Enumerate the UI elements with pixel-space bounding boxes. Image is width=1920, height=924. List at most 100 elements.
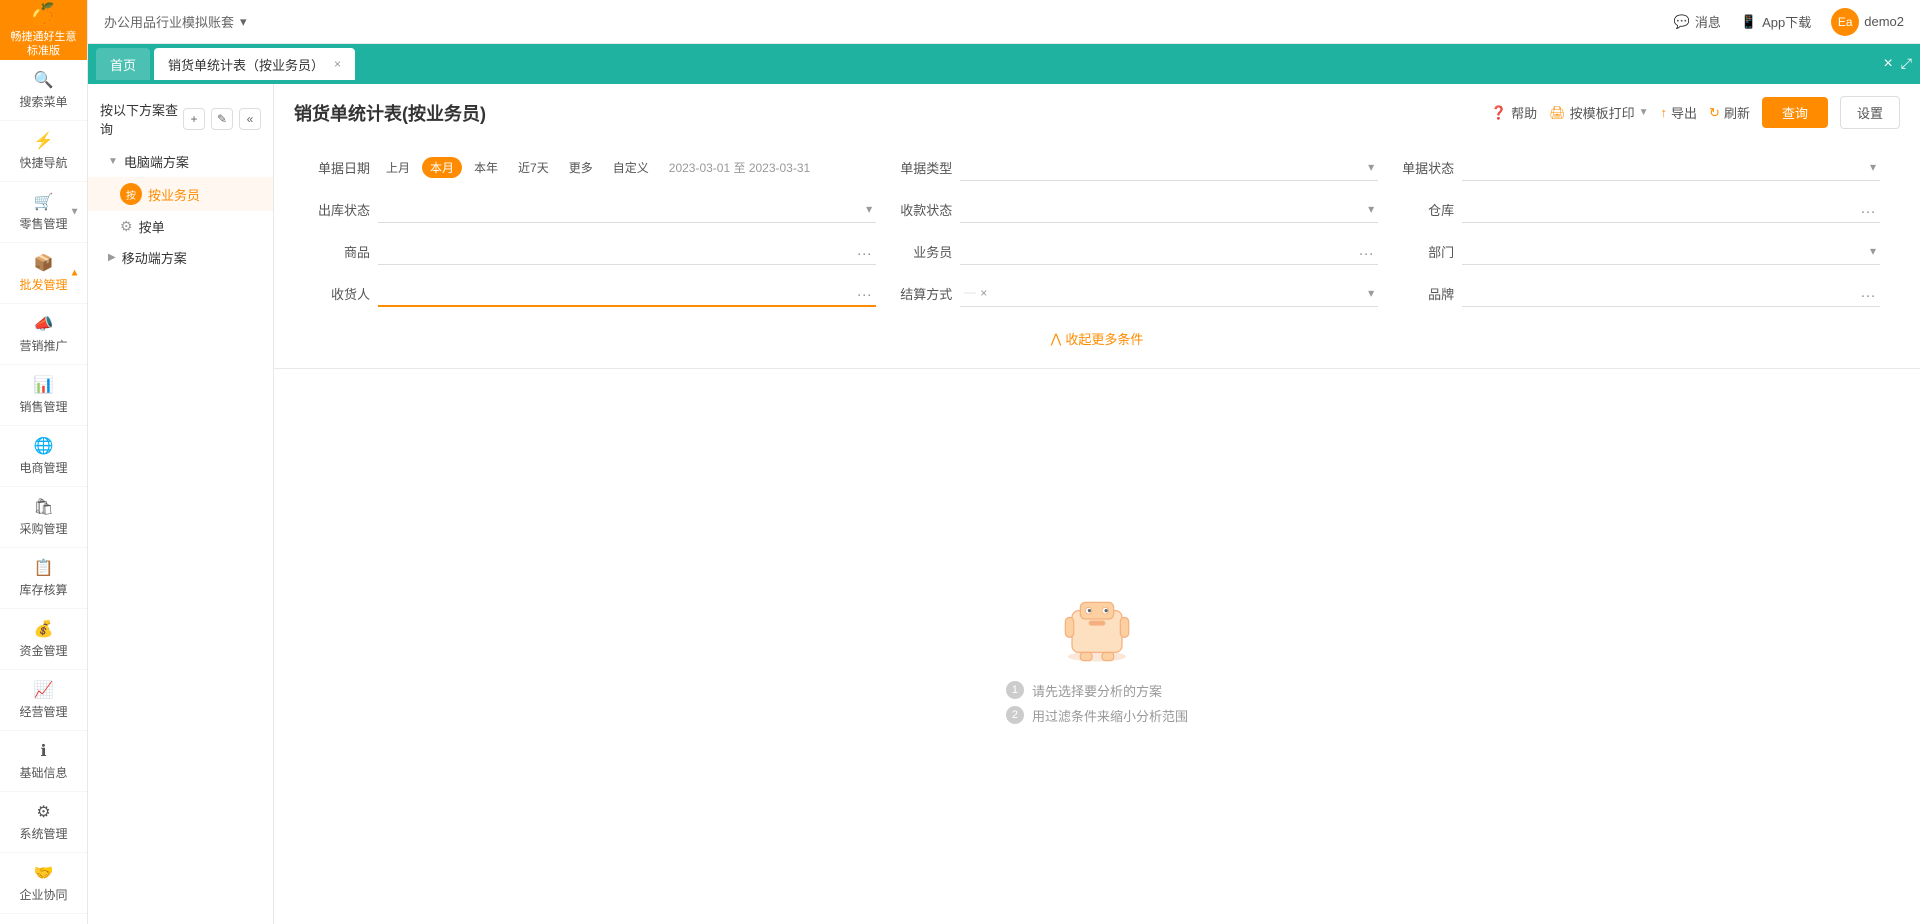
query-button[interactable]: 查询 [1762, 97, 1828, 128]
inventory-icon: 📋 [34, 558, 54, 578]
refresh-button[interactable]: ↻ 刷新 [1709, 103, 1750, 122]
receiver-control[interactable]: … [378, 279, 876, 307]
collapse-panel-button[interactable]: « [239, 108, 261, 130]
finance-icon: 💰 [34, 619, 54, 639]
tab-home[interactable]: 首页 [96, 48, 150, 80]
help-button[interactable]: ❓ 帮助 [1491, 103, 1537, 122]
collect-status-chevron: ▾ [1368, 202, 1374, 216]
cooperation-icon: 🤝 [34, 863, 54, 883]
sidebar-item-sales[interactable]: 📊 销售管理 [0, 365, 88, 426]
date-more[interactable]: 更多 [561, 157, 601, 178]
sidebar-item-system[interactable]: ⚙ 系统管理 [0, 792, 88, 853]
collect-status-label: 收款状态 [896, 200, 952, 219]
receiver-label: 收货人 [314, 284, 370, 303]
collapse-button[interactable]: ⋀ 收起更多条件 [1043, 321, 1152, 356]
filter-staff: 业务员 … [896, 237, 1378, 265]
warehouse-control[interactable]: … [1462, 195, 1880, 223]
message-button[interactable]: 💬 消息 [1674, 12, 1721, 31]
edit-scheme-button[interactable]: ✎ [211, 108, 233, 130]
tree-node-mobile[interactable]: ▶ 移动端方案 [88, 242, 273, 273]
filter-date: 单据日期 上月 本月 本年 近7天 更多 自定义 20 [314, 157, 876, 178]
app-download-button[interactable]: 📱 App下载 [1741, 12, 1811, 31]
settlement-tag [964, 292, 976, 294]
sidebar-item-inventory[interactable]: 📋 库存核算 [0, 548, 88, 609]
date-this-year[interactable]: 本年 [466, 157, 506, 178]
staff-label: 业务员 [896, 242, 952, 261]
maximize-window-icon[interactable]: ⤢ [1901, 55, 1912, 73]
out-status-chevron: ▾ [866, 202, 872, 216]
add-scheme-button[interactable]: + [183, 108, 205, 130]
sidebar-item-basic[interactable]: ℹ 基础信息 [0, 731, 88, 792]
dept-control[interactable]: ▾ [1462, 237, 1880, 265]
page-actions: ❓ 帮助 🖨 按模板打印 ▼ ↑ 导出 ↻ [1491, 96, 1900, 129]
page-header: 销货单统计表(按业务员) ❓ 帮助 🖨 按模板打印 ▼ ↑ [274, 84, 1920, 369]
wholesale-arrow: ▲ [70, 268, 80, 279]
sidebar-item-search[interactable]: 🔍 搜索菜单 [0, 60, 88, 121]
close-window-icon[interactable]: × [1883, 55, 1892, 73]
tab-report[interactable]: 销货单统计表（按业务员） × [154, 48, 355, 80]
sidebar-item-operation[interactable]: 📈 经营管理 [0, 670, 88, 731]
export-button[interactable]: ↑ 导出 [1661, 103, 1698, 122]
tree-node-desktop[interactable]: ▼ 电脑端方案 [88, 146, 273, 177]
sales-icon: 📊 [34, 375, 54, 395]
app-logo: 🍊 畅捷通好生意 标准版 [0, 0, 88, 60]
filter-goods: 商品 … [314, 237, 876, 265]
sidebar-item-ecommerce[interactable]: 🌐 电商管理 [0, 426, 88, 487]
sidebar-item-finance[interactable]: 💰 资金管理 [0, 609, 88, 670]
breadcrumb-dropdown[interactable]: ▾ [240, 14, 247, 30]
doc-status-label: 单据状态 [1398, 158, 1454, 177]
left-panel: 按以下方案查询 + ✎ « ▼ 电脑端方案 按 按业务员 [88, 84, 274, 924]
goods-label: 商品 [314, 242, 370, 261]
sidebar-item-newguide[interactable]: 🎯 新手引导 [0, 914, 88, 924]
app-icon: 📱 [1741, 14, 1757, 30]
out-status-label: 出库状态 [314, 200, 370, 219]
purchase-icon: 🛍 [33, 497, 53, 517]
date-label: 单据日期 [314, 158, 370, 177]
setting-button[interactable]: 设置 [1840, 96, 1900, 129]
print-template-button[interactable]: 🖨 按模板打印 ▼ [1549, 103, 1648, 122]
date-range-text: 2023-03-01 至 2023-03-31 [669, 159, 810, 176]
date-filter-control: 上月 本月 本年 近7天 更多 自定义 2023-03-01 至 2023-03… [378, 157, 876, 178]
system-icon: ⚙ [36, 802, 50, 822]
mobile-arrow: ▶ [108, 252, 116, 263]
ecommerce-icon: 🌐 [34, 436, 54, 456]
date-last7[interactable]: 近7天 [510, 157, 557, 178]
tab-close-icon[interactable]: × [334, 57, 341, 71]
empty-tip-1: 1 请先选择要分析的方案 [1006, 681, 1188, 700]
tree-node-by-order[interactable]: ⚙ 按单 [88, 211, 273, 242]
filter-doc-status: 单据状态 ▾ [1398, 153, 1880, 181]
collect-status-control[interactable]: ▾ [960, 195, 1378, 223]
sidebar-item-purchase[interactable]: 🛍 采购管理 [0, 487, 88, 548]
filter-doc-type: 单据类型 ▾ [896, 153, 1378, 181]
staff-control[interactable]: … [960, 237, 1378, 265]
refresh-icon: ↻ [1709, 105, 1720, 121]
tree-node-by-staff[interactable]: 按 按业务员 [88, 177, 273, 211]
filter-warehouse: 仓库 … [1398, 195, 1880, 223]
date-last-month[interactable]: 上月 [378, 157, 418, 178]
doc-status-control[interactable]: ▾ [1462, 153, 1880, 181]
avatar: Ea [1831, 8, 1859, 36]
filter-row-3: 商品 … 业务员 … [314, 237, 1880, 265]
date-custom[interactable]: 自定义 [605, 157, 657, 178]
sidebar-item-retail[interactable]: 🛒 零售管理 ▼ [0, 182, 88, 243]
sidebar: 🍊 畅捷通好生意 标准版 🔍 搜索菜单 ⚡ 快捷导航 🛒 零售管理 ▼ 📦 批发… [0, 0, 88, 924]
sidebar-item-quicknav[interactable]: ⚡ 快捷导航 [0, 121, 88, 182]
brand-control[interactable]: … [1462, 279, 1880, 307]
goods-control[interactable]: … [378, 237, 876, 265]
settlement-control[interactable]: × ▾ [960, 279, 1378, 307]
user-menu[interactable]: Ea demo2 [1831, 8, 1904, 36]
page-title-row: 销货单统计表(按业务员) ❓ 帮助 🖨 按模板打印 ▼ ↑ [294, 96, 1900, 129]
filter-settlement: 结算方式 × ▾ [896, 279, 1378, 307]
sidebar-item-marketing[interactable]: 📣 营销推广 [0, 304, 88, 365]
collapse-area: ⋀ 收起更多条件 [314, 321, 1880, 356]
sidebar-item-wholesale[interactable]: 📦 批发管理 ▲ [0, 243, 88, 304]
date-this-month[interactable]: 本月 [422, 157, 462, 178]
sidebar-item-cooperation[interactable]: 🤝 企业协同 [0, 853, 88, 914]
page-title: 销货单统计表(按业务员) [294, 100, 486, 126]
settlement-clear[interactable]: × [980, 286, 987, 300]
doc-type-label: 单据类型 [896, 158, 952, 177]
logo-icon: 🍊 [30, 2, 57, 28]
out-status-control[interactable]: ▾ [378, 195, 876, 223]
doc-type-control[interactable]: ▾ [960, 153, 1378, 181]
print-icon: 🖨 [1549, 105, 1566, 121]
